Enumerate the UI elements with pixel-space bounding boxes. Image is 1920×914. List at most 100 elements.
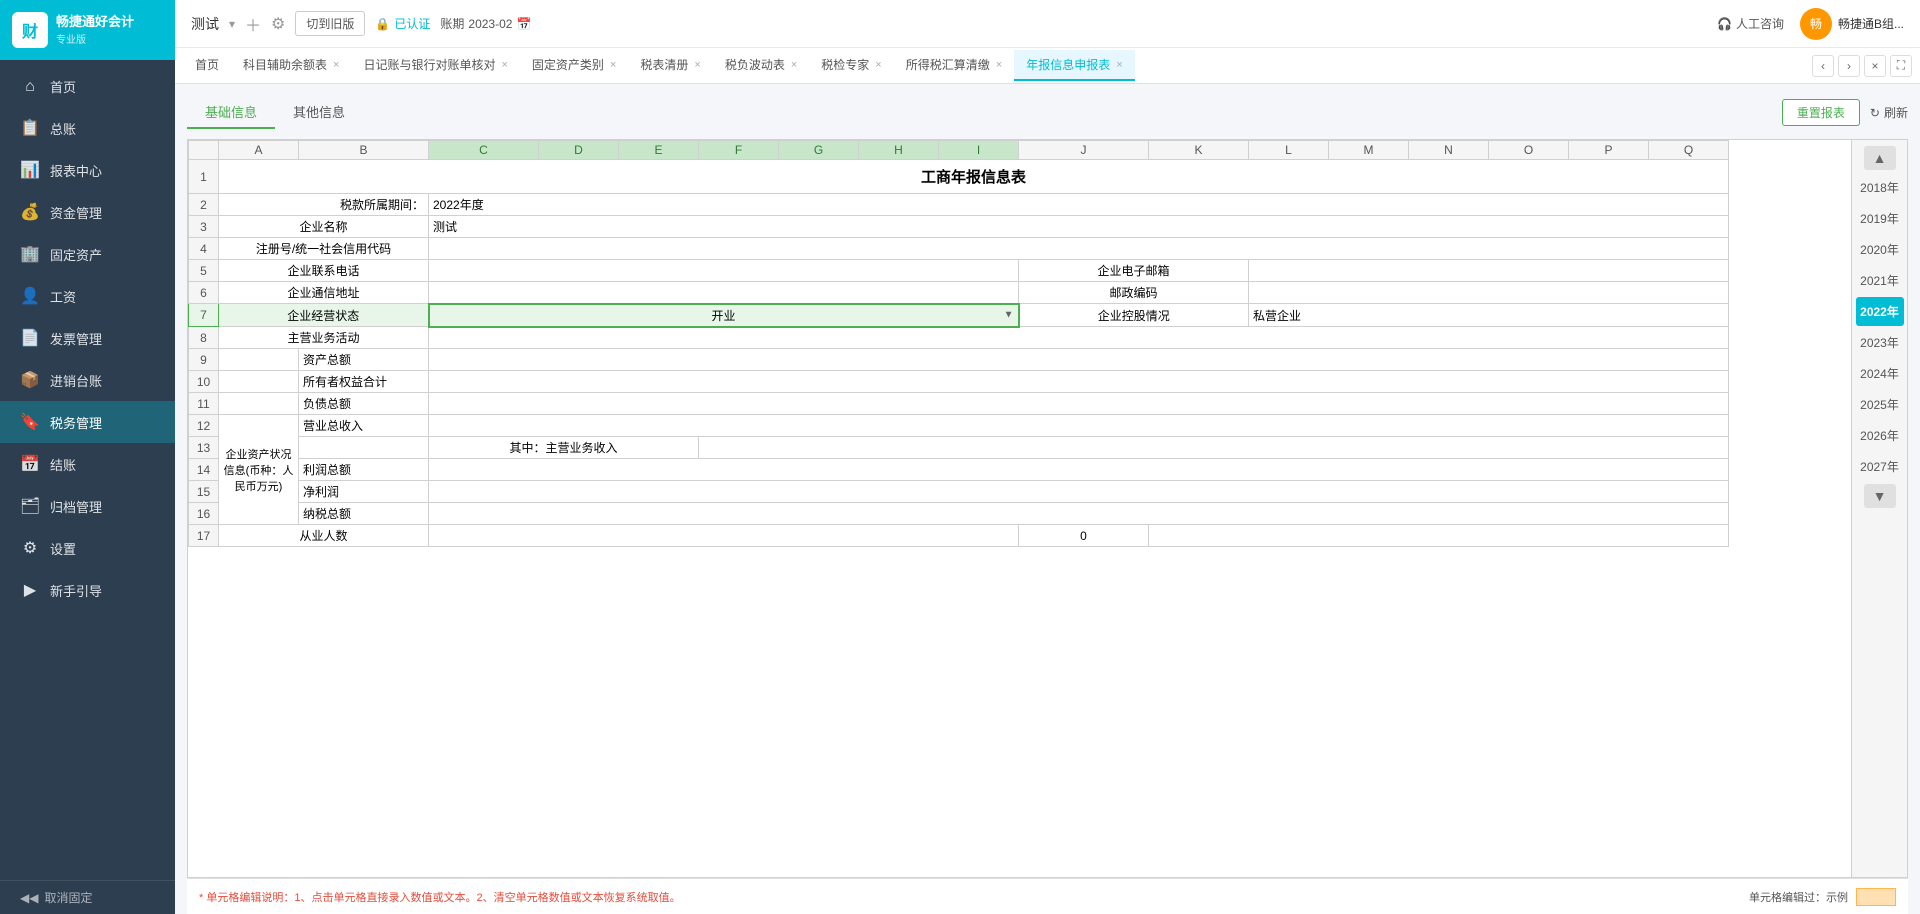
cell-10-value[interactable] [429, 371, 1729, 393]
cell-14-value[interactable] [429, 459, 1729, 481]
year-item-2023[interactable]: 2023年 [1856, 328, 1904, 357]
refresh-button[interactable]: ↻ 刷新 [1870, 104, 1908, 121]
year-item-2027[interactable]: 2027年 [1856, 452, 1904, 481]
cell-9-value[interactable] [429, 349, 1729, 371]
col-header-a[interactable]: A [219, 141, 299, 160]
cell-11-value[interactable] [429, 393, 1729, 415]
sheet-table: A B C D E F G H I J K L M [188, 140, 1729, 547]
col-header-p[interactable]: P [1569, 141, 1649, 160]
tab-prev-button[interactable]: ‹ [1812, 55, 1834, 77]
calendar-icon[interactable]: 📅 [516, 17, 531, 31]
cell-2-value[interactable]: 2022年度 [429, 194, 1729, 216]
sidebar-item-fixed[interactable]: 🏢 固定资产 [0, 233, 175, 275]
sidebar-item-report[interactable]: 📊 报表中心 [0, 149, 175, 191]
sidebar-item-salary[interactable]: 👤 工资 [0, 275, 175, 317]
col-header-f[interactable]: F [699, 141, 779, 160]
year-item-2025[interactable]: 2025年 [1856, 390, 1904, 419]
tab-tax-wave-close[interactable]: × [791, 59, 797, 71]
col-header-c[interactable]: C [429, 141, 539, 160]
col-header-h[interactable]: H [859, 141, 939, 160]
tab-tax-calc[interactable]: 所得税汇算清缴 × [894, 50, 1014, 81]
tab-home[interactable]: 首页 [183, 50, 231, 81]
col-header-j[interactable]: J [1019, 141, 1149, 160]
tab-fixed-type-close[interactable]: × [610, 59, 616, 71]
col-header-m[interactable]: M [1329, 141, 1409, 160]
tab-tax-inspect[interactable]: 税检专家 × [809, 50, 893, 81]
sheet-title-cell[interactable]: 工商年报信息表 [219, 160, 1729, 194]
cell-17-rest[interactable] [1149, 525, 1729, 547]
tab-tax-calc-close[interactable]: × [996, 59, 1002, 71]
tab-fixed-type[interactable]: 固定资产类别 × [520, 50, 628, 81]
tab-tax-list-close[interactable]: × [694, 59, 700, 71]
tab-expand-button[interactable]: ⛶ [1890, 55, 1912, 77]
col-header-b[interactable]: B [299, 141, 429, 160]
spreadsheet-main[interactable]: A B C D E F G H I J K L M [188, 140, 1851, 877]
col-header-e[interactable]: E [619, 141, 699, 160]
tab-next-button[interactable]: › [1838, 55, 1860, 77]
col-header-q[interactable]: Q [1649, 141, 1729, 160]
year-item-2024[interactable]: 2024年 [1856, 359, 1904, 388]
sidebar-item-guide[interactable]: ▶ 新手引导 [0, 569, 175, 611]
cell-17-value[interactable]: 0 [1019, 525, 1149, 547]
year-nav-up-button[interactable]: ▲ [1864, 146, 1896, 170]
tab-annual-report-close[interactable]: × [1116, 59, 1122, 71]
tab-journal[interactable]: 日记账与银行对账单核对 × [351, 50, 519, 81]
tab-journal-close[interactable]: × [501, 59, 507, 71]
switch-old-version-button[interactable]: 切到旧版 [295, 11, 365, 36]
year-item-2026[interactable]: 2026年 [1856, 421, 1904, 450]
subtab-basic-label: 基础信息 [205, 105, 257, 120]
col-header-o[interactable]: O [1489, 141, 1569, 160]
cell-17-empty[interactable] [429, 525, 1019, 547]
cell-5-phone[interactable] [429, 260, 1019, 282]
cell-7-status[interactable]: 开业 ▼ [429, 304, 1019, 327]
col-header-k[interactable]: K [1149, 141, 1249, 160]
cell-8-value[interactable] [429, 327, 1729, 349]
col-header-d[interactable]: D [539, 141, 619, 160]
user-menu[interactable]: 畅 畅捷通B组... [1800, 8, 1904, 40]
tab-aux-close[interactable]: × [333, 59, 339, 71]
cell-3-value[interactable]: 测试 [429, 216, 1729, 238]
sidebar-item-general[interactable]: 📋 总账 [0, 107, 175, 149]
sidebar-collapse-button[interactable]: ◀◀ 取消固定 [0, 880, 175, 914]
cell-12-value[interactable] [429, 415, 1729, 437]
sidebar-item-archive[interactable]: 🗂 归档管理 [0, 485, 175, 527]
year-item-2021[interactable]: 2021年 [1856, 266, 1904, 295]
cell-15-value[interactable] [429, 481, 1729, 503]
cell-13-value[interactable] [699, 437, 1729, 459]
year-item-2020[interactable]: 2020年 [1856, 235, 1904, 264]
col-header-l[interactable]: L [1249, 141, 1329, 160]
cell-7-control-value[interactable]: 私营企业 [1249, 304, 1729, 327]
cell-6-postal[interactable] [1249, 282, 1729, 304]
year-item-2022[interactable]: 2022年 [1856, 297, 1904, 326]
sidebar-item-settings[interactable]: ⚙ 设置 [0, 527, 175, 569]
topbar-dropdown-icon[interactable]: ▾ [229, 17, 235, 31]
cell-6-addr[interactable] [429, 282, 1019, 304]
subtab-other[interactable]: 其他信息 [275, 96, 363, 129]
tab-aux[interactable]: 科目辅助余额表 × [231, 50, 351, 81]
sidebar-item-close[interactable]: 📅 结账 [0, 443, 175, 485]
cell-16-value[interactable] [429, 503, 1729, 525]
topbar-settings-icon[interactable]: ⚙ [271, 14, 285, 34]
tab-tax-list[interactable]: 税表清册 × [628, 50, 712, 81]
cell-4-value[interactable] [429, 238, 1729, 260]
subtab-basic[interactable]: 基础信息 [187, 96, 275, 129]
year-item-2019[interactable]: 2019年 [1856, 204, 1904, 233]
service-button[interactable]: 🎧 人工咨询 [1717, 15, 1784, 32]
sidebar-item-fund[interactable]: 💰 资金管理 [0, 191, 175, 233]
sidebar-item-invoice[interactable]: 📄 发票管理 [0, 317, 175, 359]
col-header-g[interactable]: G [779, 141, 859, 160]
col-header-i[interactable]: I [939, 141, 1019, 160]
tab-annual-report[interactable]: 年报信息申报表 × [1014, 50, 1134, 81]
tab-tax-wave[interactable]: 税负波动表 × [713, 50, 809, 81]
cell-5-email[interactable] [1249, 260, 1729, 282]
tab-tax-inspect-close[interactable]: × [875, 59, 881, 71]
topbar-add-icon[interactable]: ＋ [245, 12, 261, 36]
sidebar-item-purchase[interactable]: 📦 进销台账 [0, 359, 175, 401]
tab-close-all-button[interactable]: × [1864, 55, 1886, 77]
sidebar-item-home[interactable]: ⌂ 首页 [0, 66, 175, 107]
year-item-2018[interactable]: 2018年 [1856, 173, 1904, 202]
year-nav-down-button[interactable]: ▼ [1864, 484, 1896, 508]
sidebar-item-tax[interactable]: 🔖 税务管理 [0, 401, 175, 443]
reset-report-button[interactable]: 重置报表 [1782, 99, 1860, 126]
col-header-n[interactable]: N [1409, 141, 1489, 160]
